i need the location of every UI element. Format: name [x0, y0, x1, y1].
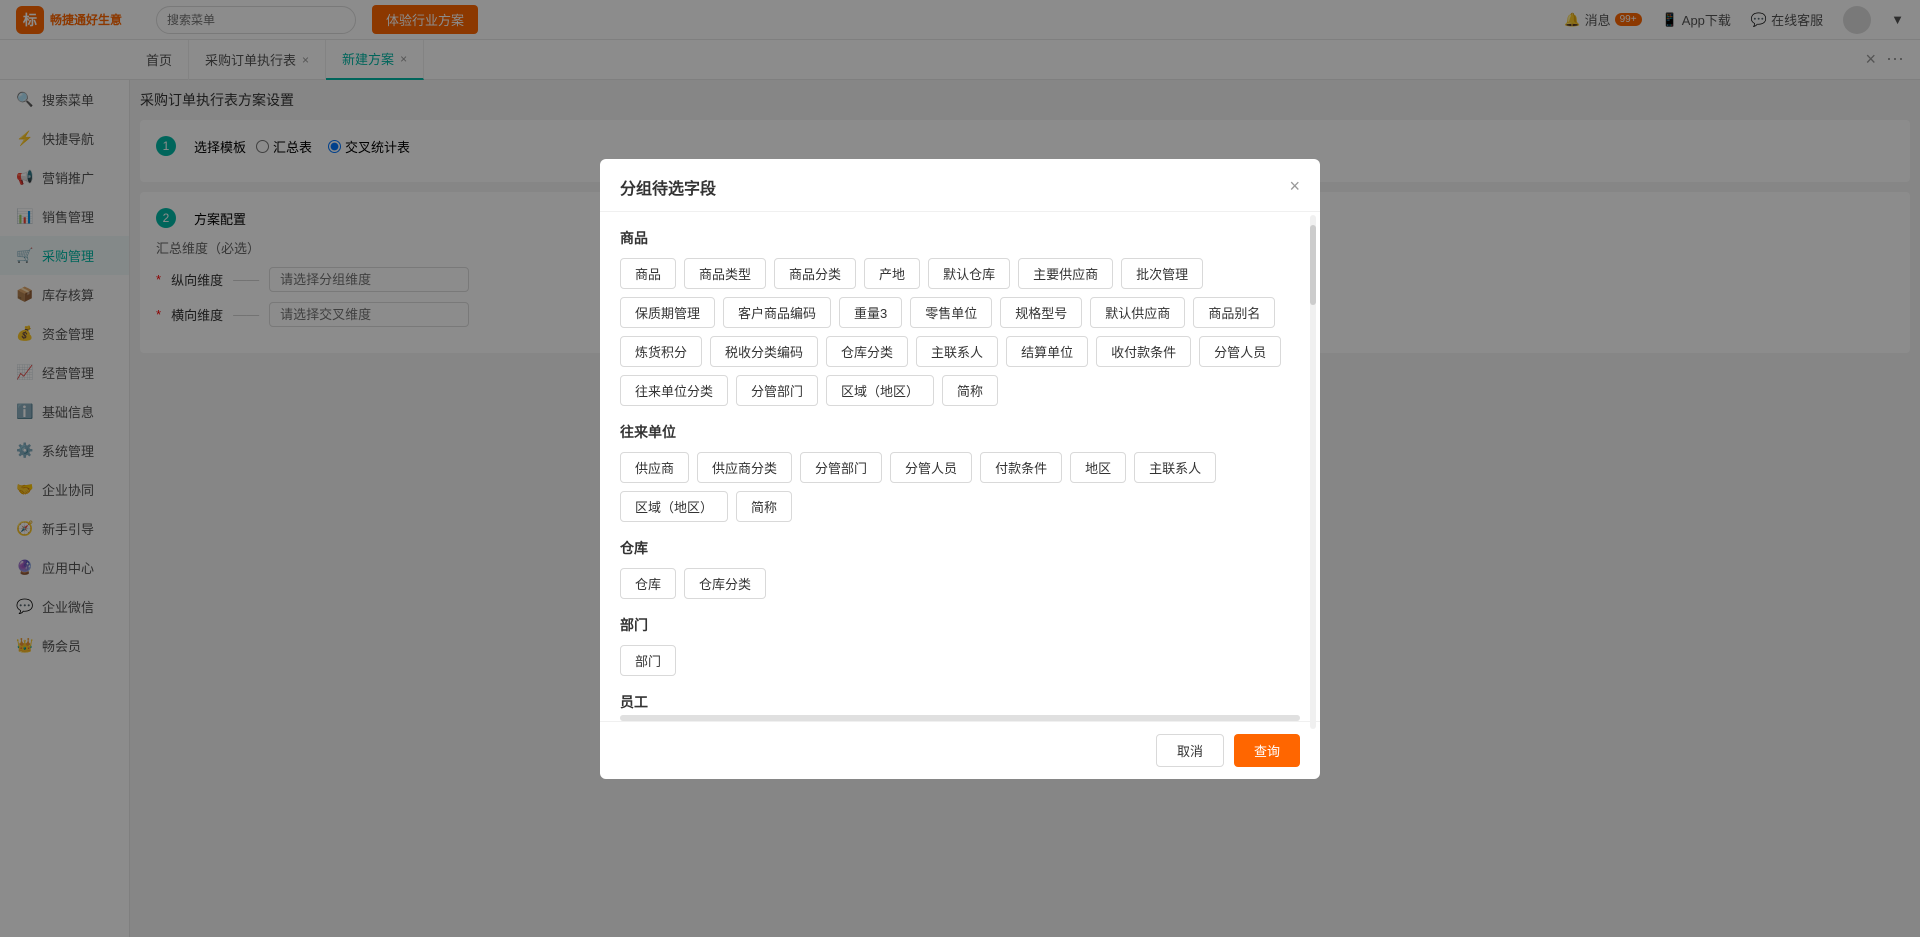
v-scrollbar-thumb [1310, 225, 1316, 305]
modal-header: 分组待选字段 × [600, 159, 1320, 212]
tag-warehouse-cat[interactable]: 仓库分类 [826, 336, 908, 367]
tag-retail-unit[interactable]: 零售单位 [910, 297, 992, 328]
tag-party-category[interactable]: 往来单位分类 [620, 375, 728, 406]
tag-default-supplier[interactable]: 默认供应商 [1090, 297, 1185, 328]
h-scrollbar-thumb [620, 715, 1300, 721]
tag-grid-party: 供应商 供应商分类 分管部门 分管人员 付款条件 地区 主联系人 区域（地区） … [620, 452, 1300, 522]
tag-region[interactable]: 区域（地区） [826, 375, 934, 406]
tag-grid-goods: 商品 商品类型 商品分类 产地 默认仓库 主要供应商 批次管理 保质期管理 客户… [620, 258, 1300, 406]
modal-title: 分组待选字段 [620, 175, 716, 199]
tag-batch-mgmt[interactable]: 批次管理 [1121, 258, 1203, 289]
tag-main-supplier[interactable]: 主要供应商 [1018, 258, 1113, 289]
v-scrollbar-track[interactable] [1310, 215, 1316, 729]
modal-footer: 取消 查询 [600, 721, 1320, 779]
tag-grid-warehouse: 仓库 仓库分类 [620, 568, 1300, 599]
tag-default-warehouse[interactable]: 默认仓库 [928, 258, 1010, 289]
tag-expiry-mgmt[interactable]: 保质期管理 [620, 297, 715, 328]
tag-party-person[interactable]: 分管人员 [890, 452, 972, 483]
tag-party-region[interactable]: 区域（地区） [620, 491, 728, 522]
modal-body[interactable]: 商品 商品 商品类型 商品分类 产地 默认仓库 主要供应商 批次管理 保质期管理… [600, 212, 1320, 711]
tag-goods-category[interactable]: 商品分类 [774, 258, 856, 289]
tag-payment-terms[interactable]: 收付款条件 [1096, 336, 1191, 367]
modal-group-fields: 分组待选字段 × 商品 商品 商品类型 商品分类 产地 默认仓库 主要供应商 批… [600, 159, 1320, 779]
horizontal-scrollbar-area [600, 711, 1320, 721]
tag-weight3[interactable]: 重量3 [839, 297, 902, 328]
tag-supervisor[interactable]: 分管人员 [1199, 336, 1281, 367]
tag-dept[interactable]: 部门 [620, 645, 676, 676]
tag-spec-model[interactable]: 规格型号 [1000, 297, 1082, 328]
tag-abbr[interactable]: 简称 [942, 375, 998, 406]
section-title-warehouse: 仓库 [620, 538, 1300, 558]
tag-grid-dept: 部门 [620, 645, 1300, 676]
modal-overlay: 分组待选字段 × 商品 商品 商品类型 商品分类 产地 默认仓库 主要供应商 批… [0, 0, 1920, 937]
tag-origin[interactable]: 产地 [864, 258, 920, 289]
tag-goods[interactable]: 商品 [620, 258, 676, 289]
tag-goods-type[interactable]: 商品类型 [684, 258, 766, 289]
confirm-button[interactable]: 查询 [1234, 734, 1300, 767]
tag-party-abbr[interactable]: 简称 [736, 491, 792, 522]
section-title-dept: 部门 [620, 615, 1300, 635]
tag-area[interactable]: 地区 [1070, 452, 1126, 483]
tag-settlement-unit[interactable]: 结算单位 [1006, 336, 1088, 367]
tag-dept-mgmt[interactable]: 分管部门 [736, 375, 818, 406]
h-scrollbar-track[interactable] [620, 715, 1300, 721]
section-title-party: 往来单位 [620, 422, 1300, 442]
tag-refine-points[interactable]: 炼货积分 [620, 336, 702, 367]
tag-pay-terms[interactable]: 付款条件 [980, 452, 1062, 483]
tag-warehouse[interactable]: 仓库 [620, 568, 676, 599]
tag-party-dept[interactable]: 分管部门 [800, 452, 882, 483]
tag-party-contact[interactable]: 主联系人 [1134, 452, 1216, 483]
tag-goods-alias[interactable]: 商品别名 [1193, 297, 1275, 328]
tag-tax-code[interactable]: 税收分类编码 [710, 336, 818, 367]
modal-close-btn[interactable]: × [1289, 176, 1300, 197]
tag-supplier-cat[interactable]: 供应商分类 [697, 452, 792, 483]
section-title-goods: 商品 [620, 228, 1300, 248]
tag-warehouse-category[interactable]: 仓库分类 [684, 568, 766, 599]
tag-main-contact[interactable]: 主联系人 [916, 336, 998, 367]
section-title-staff: 员工 [620, 692, 1300, 711]
tag-customer-code[interactable]: 客户商品编码 [723, 297, 831, 328]
cancel-button[interactable]: 取消 [1156, 734, 1224, 767]
tag-supplier[interactable]: 供应商 [620, 452, 689, 483]
